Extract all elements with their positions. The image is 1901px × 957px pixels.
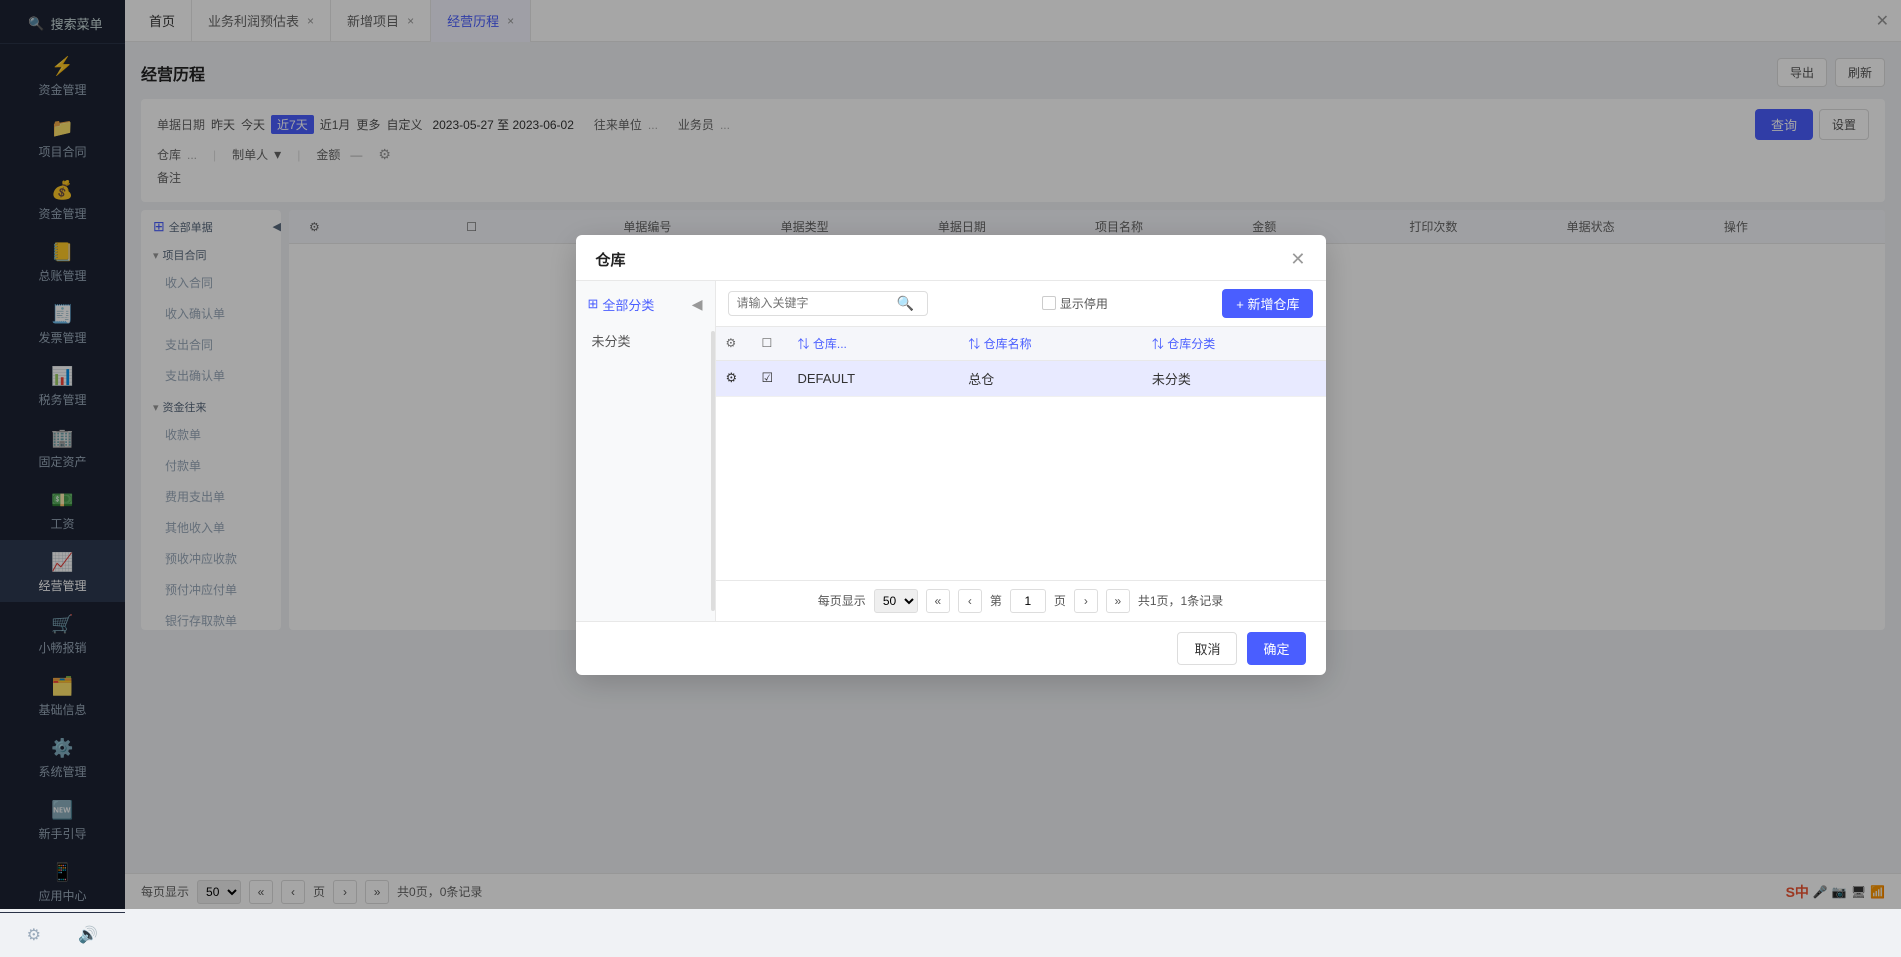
per-page-label: 每页显示: [818, 592, 866, 609]
modal-pagination: 每页显示 50 « ‹ 第 页 › » 共1页，1条记录: [716, 580, 1326, 621]
gear-icon[interactable]: ⚙: [27, 925, 41, 945]
warehouse-table: ⚙ ☐ ⇅ 仓库... ⇅ 仓库名称: [716, 327, 1326, 397]
search-wrapper: 🔍: [728, 291, 928, 316]
left-panel-collapse-btn[interactable]: ◀: [692, 296, 703, 313]
search-icon: 🔍: [897, 295, 914, 312]
page-prefix: 第: [990, 592, 1002, 609]
th-gear[interactable]: ⚙: [716, 327, 752, 361]
modal-overlay: 仓库 ✕ ⊞ 全部分类 ◀ 未分类: [0, 0, 1901, 909]
search-input[interactable]: [737, 296, 897, 310]
modal-left-header: ⊞ 全部分类 ◀: [576, 289, 715, 324]
confirm-button[interactable]: 确定: [1247, 632, 1305, 665]
table-head-row: ⚙ ☐ ⇅ 仓库... ⇅ 仓库名称: [716, 327, 1326, 361]
show-disabled-label: 显示停用: [1060, 295, 1108, 312]
sidebar-footer: ⚙ 🔊: [0, 912, 125, 957]
prev-page-btn[interactable]: ‹: [958, 589, 982, 613]
warehouse-modal: 仓库 ✕ ⊞ 全部分类 ◀ 未分类: [576, 235, 1326, 675]
table-body: ⚙ ☑ DEFAULT 总仓 未分类: [716, 360, 1326, 396]
show-disabled-checkbox[interactable]: [1042, 296, 1056, 310]
modal-body: ⊞ 全部分类 ◀ 未分类 🔍: [576, 281, 1326, 621]
show-disabled-wrapper: 显示停用: [1042, 295, 1108, 312]
volume-icon[interactable]: 🔊: [78, 925, 98, 945]
total-text: 共1页，1条记录: [1138, 592, 1223, 609]
uncategorized-label: 未分类: [592, 334, 631, 349]
th-check[interactable]: ☐: [752, 327, 788, 361]
add-warehouse-button[interactable]: + 新增仓库: [1222, 289, 1313, 318]
page-label: 页: [1054, 592, 1066, 609]
modal-left-panel: ⊞ 全部分类 ◀ 未分类: [576, 281, 716, 621]
cancel-button[interactable]: 取消: [1177, 632, 1237, 665]
table-head: ⚙ ☐ ⇅ 仓库... ⇅ 仓库名称: [716, 327, 1326, 361]
all-categories-label[interactable]: 全部分类: [602, 295, 691, 314]
table-row[interactable]: ⚙ ☑ DEFAULT 总仓 未分类: [716, 360, 1326, 396]
next-page-btn[interactable]: ›: [1074, 589, 1098, 613]
row-category: 未分类: [1142, 360, 1326, 396]
row-code: DEFAULT: [788, 360, 959, 396]
last-page-btn[interactable]: »: [1106, 589, 1130, 613]
modal-close-button[interactable]: ✕: [1290, 249, 1305, 270]
modal-footer: 取消 确定: [576, 621, 1326, 675]
modal-toolbar: 🔍 显示停用 + 新增仓库: [716, 281, 1326, 327]
sort-icon: ⇅: [798, 337, 810, 351]
left-panel-scrollbar[interactable]: [711, 331, 715, 611]
row-name: 总仓: [958, 360, 1142, 396]
page-number-input[interactable]: [1010, 589, 1046, 613]
sort-icon3: ⇅: [1152, 337, 1164, 351]
th-category[interactable]: ⇅ 仓库分类: [1142, 327, 1326, 361]
modal-right-panel: 🔍 显示停用 + 新增仓库 ⚙ ☐: [716, 281, 1326, 621]
th-name[interactable]: ⇅ 仓库名称: [958, 327, 1142, 361]
modal-data-table: ⚙ ☐ ⇅ 仓库... ⇅ 仓库名称: [716, 327, 1326, 580]
left-panel-uncategorized[interactable]: 未分类: [576, 324, 715, 357]
modal-title: 仓库: [596, 249, 626, 270]
per-page-select[interactable]: 50: [874, 589, 918, 613]
modal-header: 仓库 ✕: [576, 235, 1326, 281]
grid-icon: ⊞: [588, 296, 599, 312]
row-gear[interactable]: ⚙: [716, 360, 752, 396]
th-code[interactable]: ⇅ 仓库...: [788, 327, 959, 361]
first-page-btn[interactable]: «: [926, 589, 950, 613]
row-checkbox[interactable]: ☑: [752, 360, 788, 396]
sort-icon2: ⇅: [968, 337, 980, 351]
